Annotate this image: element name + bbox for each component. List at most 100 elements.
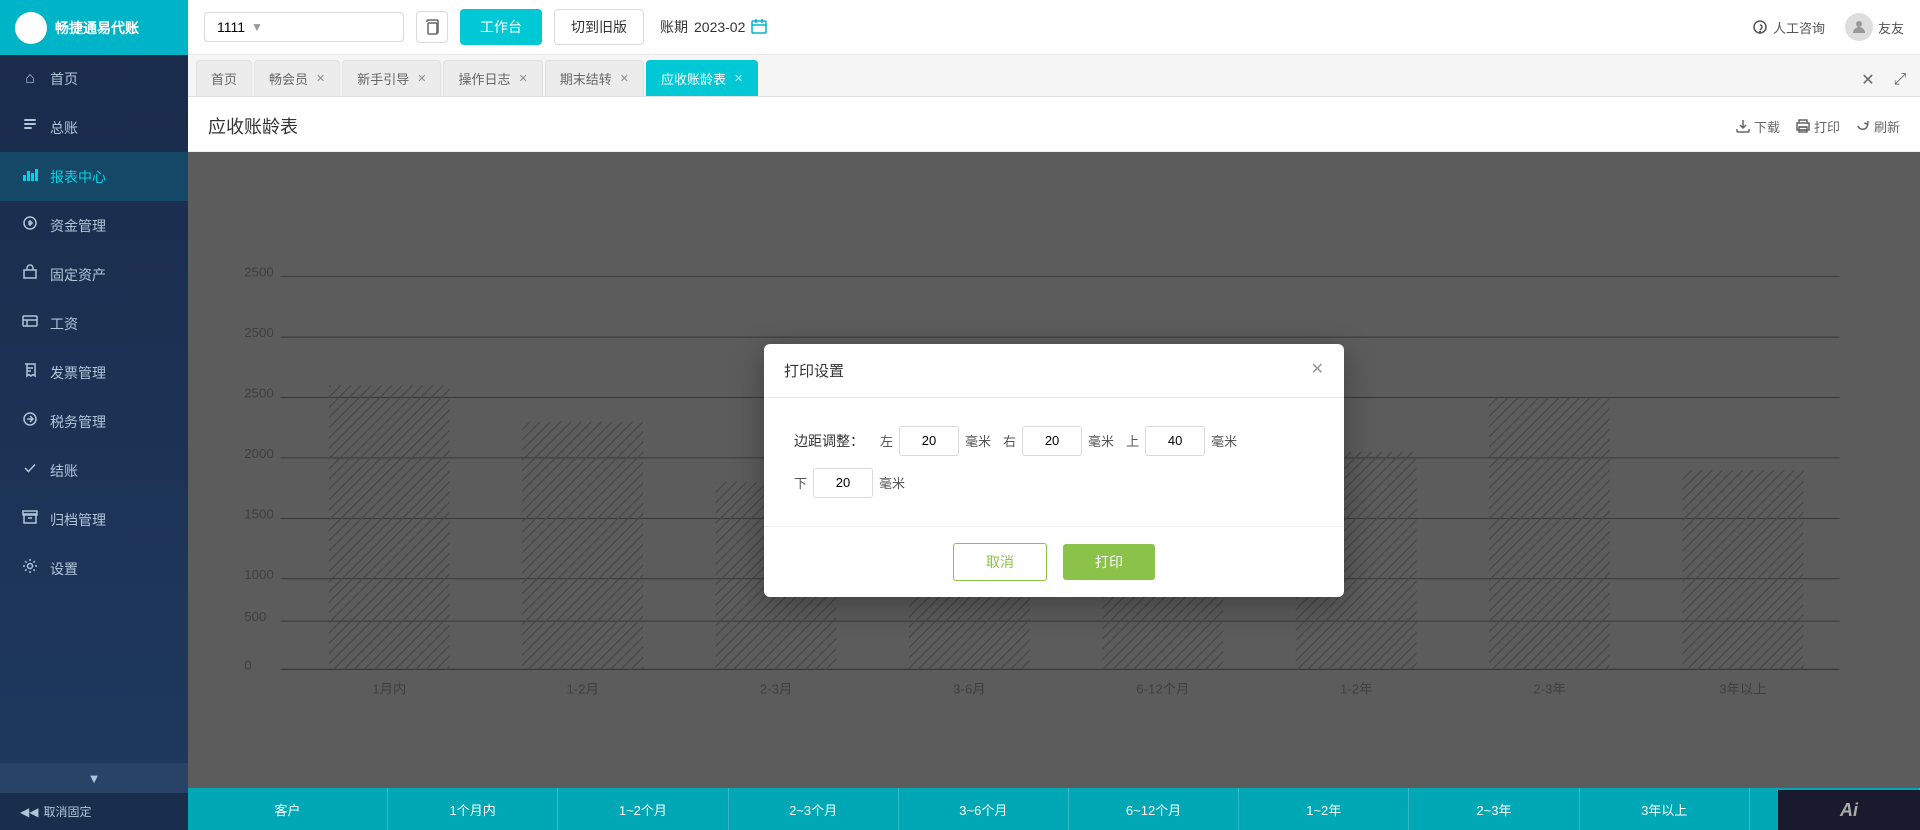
- tab-ar-aging-label: 应收账龄表: [661, 69, 726, 88]
- copy-button[interactable]: [416, 11, 448, 43]
- close-icon[interactable]: ✕: [316, 72, 325, 85]
- sidebar-item-ledger[interactable]: 总账: [0, 103, 188, 152]
- sidebar-item-reports[interactable]: 报表中心: [0, 152, 188, 201]
- print-button[interactable]: 打印: [1796, 117, 1840, 136]
- margin-bottom-input[interactable]: [813, 468, 873, 498]
- sidebar-item-funds[interactable]: 资金管理: [0, 201, 188, 250]
- ai-badge-label: Ai: [1840, 800, 1858, 821]
- close-all-tabs-button[interactable]: ✕: [1856, 68, 1880, 92]
- collapse-icon: ◀◀: [20, 805, 38, 819]
- table-header-bar: 客户 1个月内 1~2个月 2~3个月 3~6个月 6~12个月: [188, 788, 1920, 830]
- print-settings-modal: 打印设置 ✕ 边距调整： 左 毫米: [764, 344, 1344, 597]
- archive-icon: [20, 509, 40, 530]
- sidebar-item-invoice[interactable]: 发票管理: [0, 348, 188, 397]
- tab-period-end[interactable]: 期末结转 ✕: [545, 60, 644, 96]
- page: 应收账龄表 下载 打印 刷新: [188, 97, 1920, 830]
- tabs-actions: ✕ ⤢: [1856, 68, 1912, 96]
- table-col-2-3month: 2~3个月: [729, 788, 899, 830]
- user-button[interactable]: 友友: [1845, 13, 1904, 41]
- sidebar-collapse-btn[interactable]: ◀◀ 取消固定: [0, 793, 188, 830]
- modal-close-button[interactable]: ✕: [1311, 362, 1324, 378]
- calendar-icon[interactable]: [751, 18, 767, 37]
- switch-version-button[interactable]: 切到旧版: [554, 9, 644, 45]
- topbar-right: 人工咨询 友友: [1752, 13, 1904, 41]
- margin-bottom-unit: 毫米: [879, 473, 905, 492]
- table-col-1-2month: 1~2个月: [558, 788, 728, 830]
- tab-member-label: 畅会员: [269, 69, 308, 88]
- support-button[interactable]: 人工咨询: [1752, 18, 1825, 37]
- reports-icon: [20, 166, 40, 187]
- modal-overlay: 打印设置 ✕ 边距调整： 左 毫米: [188, 152, 1920, 788]
- margin-right-group: 右 毫米: [1003, 426, 1114, 456]
- tax-icon: [20, 411, 40, 432]
- collapse-label: 取消固定: [43, 803, 91, 820]
- logo-text: 畅捷通易代账: [55, 18, 139, 38]
- sidebar-item-label-assets: 固定资产: [50, 265, 106, 285]
- home-icon: ⌂: [20, 70, 40, 88]
- sidebar-item-home[interactable]: ⌂ 首页: [0, 55, 188, 103]
- ai-badge[interactable]: Ai: [1778, 790, 1920, 830]
- close-icon[interactable]: ✕: [734, 72, 743, 85]
- main-area: 1111 ▼ 工作台 切到旧版 账期 2023-02 人工咨询: [188, 0, 1920, 830]
- margin-left-input[interactable]: [899, 426, 959, 456]
- sidebar-item-tax[interactable]: 税务管理: [0, 397, 188, 446]
- margin-top-dir: 上: [1126, 431, 1139, 450]
- sidebar-item-label-settle: 结账: [50, 461, 78, 481]
- cancel-button[interactable]: 取消: [953, 543, 1047, 581]
- modal-title: 打印设置: [784, 360, 844, 381]
- sidebar-item-label-home: 首页: [50, 69, 78, 89]
- sidebar-item-archive[interactable]: 归档管理: [0, 495, 188, 544]
- table-col-1month: 1个月内: [388, 788, 558, 830]
- tab-home-label: 首页: [211, 69, 237, 88]
- margin-bottom-group: 下 毫米: [794, 468, 905, 498]
- assets-icon: [20, 264, 40, 285]
- sidebar-item-label-settings: 设置: [50, 559, 78, 579]
- tab-home[interactable]: 首页: [196, 60, 252, 96]
- sidebar-item-settle[interactable]: 结账: [0, 446, 188, 495]
- tab-guide[interactable]: 新手引导 ✕: [342, 60, 441, 96]
- print-label: 打印: [1814, 117, 1840, 136]
- workbench-button[interactable]: 工作台: [460, 9, 542, 45]
- sidebar-scroll-down[interactable]: ▼: [0, 763, 188, 793]
- company-selector[interactable]: 1111 ▼: [204, 12, 404, 42]
- sidebar-item-label-archive: 归档管理: [50, 510, 106, 530]
- sidebar-item-payroll[interactable]: 工资: [0, 299, 188, 348]
- support-label: 人工咨询: [1773, 18, 1825, 37]
- tab-ar-aging[interactable]: 应收账龄表 ✕: [646, 60, 758, 96]
- tabs-bar: 首页 畅会员 ✕ 新手引导 ✕ 操作日志 ✕ 期末结转 ✕ 应收账龄表 ✕ ✕ …: [188, 55, 1920, 97]
- margin-label: 边距调整：: [794, 431, 864, 451]
- ledger-icon: [20, 117, 40, 138]
- margin-left-group: 左 毫米: [880, 426, 991, 456]
- funds-icon: [20, 215, 40, 236]
- margin-bottom-dir: 下: [794, 473, 807, 492]
- tab-member[interactable]: 畅会员 ✕: [254, 60, 340, 96]
- margin-left-unit: 毫米: [965, 431, 991, 450]
- margin-top-input[interactable]: [1145, 426, 1205, 456]
- maximize-button[interactable]: ⤢: [1888, 68, 1912, 92]
- sidebar-item-label-tax: 税务管理: [50, 412, 106, 432]
- margin-right-input[interactable]: [1022, 426, 1082, 456]
- margin-right-dir: 右: [1003, 431, 1016, 450]
- refresh-button[interactable]: 刷新: [1856, 117, 1900, 136]
- sidebar-item-assets[interactable]: 固定资产: [0, 250, 188, 299]
- sidebar-item-settings[interactable]: 设置: [0, 544, 188, 593]
- chart-area: 2500 2500 2500 2000 1500 1000 500 0: [188, 152, 1920, 788]
- sidebar-item-label-ledger: 总账: [50, 118, 78, 138]
- modal-footer: 取消 打印: [764, 526, 1344, 597]
- download-button[interactable]: 下载: [1736, 117, 1780, 136]
- page-title: 应收账龄表: [208, 113, 298, 139]
- margin-top-unit: 毫米: [1211, 431, 1237, 450]
- close-icon[interactable]: ✕: [620, 72, 629, 85]
- sidebar-item-label-reports: 报表中心: [50, 167, 106, 187]
- confirm-print-button[interactable]: 打印: [1063, 544, 1155, 580]
- close-icon[interactable]: ✕: [519, 72, 528, 85]
- sidebar: 畅捷通易代账 ⌂ 首页 总账 报表中心 资金管理: [0, 0, 188, 830]
- close-icon[interactable]: ✕: [417, 72, 426, 85]
- tab-period-end-label: 期末结转: [560, 69, 612, 88]
- sidebar-item-label-invoice: 发票管理: [50, 363, 106, 383]
- logo-area: 畅捷通易代账: [0, 0, 188, 55]
- table-col-2-3year: 2~3年: [1409, 788, 1579, 830]
- table-col-customer: 客户: [188, 788, 388, 830]
- settle-icon: [20, 460, 40, 481]
- tab-oplog[interactable]: 操作日志 ✕: [443, 60, 542, 96]
